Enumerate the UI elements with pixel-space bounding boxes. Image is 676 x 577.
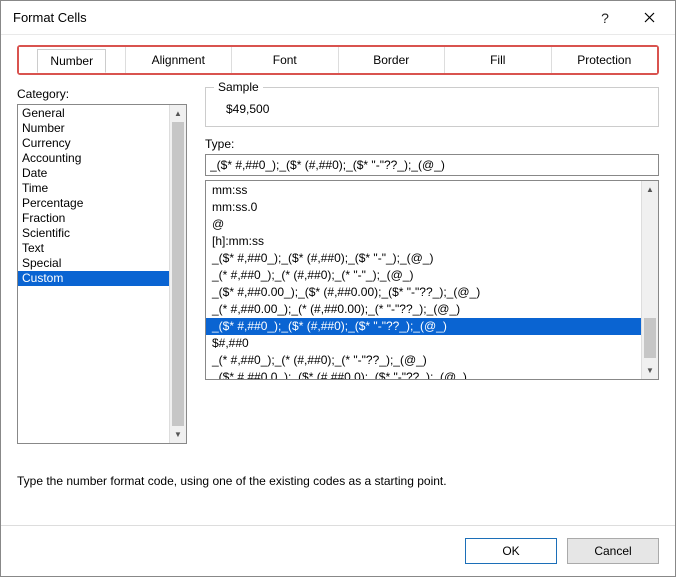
category-label: Category:: [17, 87, 187, 101]
tab-label: Border: [361, 49, 421, 71]
scroll-down-icon[interactable]: ▼: [642, 362, 658, 379]
window-title: Format Cells: [13, 10, 583, 25]
category-item[interactable]: Fraction: [18, 211, 186, 226]
cancel-button[interactable]: Cancel: [567, 538, 659, 564]
category-item[interactable]: Scientific: [18, 226, 186, 241]
tab-content-number: Category: GeneralNumberCurrencyAccountin…: [17, 87, 659, 517]
type-item[interactable]: _($* #,##0_);_($* (#,##0);_($* "-"??_);_…: [206, 318, 658, 335]
scroll-up-icon[interactable]: ▲: [170, 105, 186, 122]
category-item[interactable]: Time: [18, 181, 186, 196]
scroll-up-icon[interactable]: ▲: [642, 181, 658, 198]
close-button[interactable]: [627, 3, 671, 33]
category-item[interactable]: General: [18, 106, 186, 121]
hint-text: Type the number format code, using one o…: [17, 474, 659, 488]
type-item[interactable]: _(* #,##0_);_(* (#,##0);_(* "-"??_);_(@_…: [206, 352, 658, 369]
tab-number[interactable]: Number: [19, 47, 126, 73]
type-item[interactable]: _(* #,##0_);_(* (#,##0);_(* "-"_);_(@_): [206, 267, 658, 284]
category-item[interactable]: Text: [18, 241, 186, 256]
tab-label: Protection: [565, 49, 643, 71]
ok-button[interactable]: OK: [465, 538, 557, 564]
tab-label: Font: [261, 49, 309, 71]
format-cells-dialog: Format Cells ? Number Alignment Font Border…: [0, 0, 676, 577]
type-item[interactable]: [h]:mm:ss: [206, 233, 658, 250]
type-label: Type:: [205, 137, 659, 151]
type-scrollbar[interactable]: ▲ ▼: [641, 181, 658, 379]
type-item[interactable]: _(* #,##0.00_);_(* (#,##0.00);_(* "-"??_…: [206, 301, 658, 318]
category-item[interactable]: Number: [18, 121, 186, 136]
tab-font[interactable]: Font: [232, 47, 339, 73]
type-item[interactable]: mm:ss.0: [206, 199, 658, 216]
tab-label: Number: [37, 49, 106, 73]
category-item[interactable]: Custom: [18, 271, 186, 286]
tab-label: Fill: [478, 49, 517, 71]
tab-alignment[interactable]: Alignment: [126, 47, 233, 73]
tab-protection[interactable]: Protection: [552, 47, 658, 73]
sample-label: Sample: [214, 80, 263, 94]
category-listbox[interactable]: GeneralNumberCurrencyAccountingDateTimeP…: [17, 104, 187, 444]
type-input[interactable]: [205, 154, 659, 176]
category-item[interactable]: Currency: [18, 136, 186, 151]
tab-border[interactable]: Border: [339, 47, 446, 73]
type-item[interactable]: @: [206, 216, 658, 233]
category-item[interactable]: Percentage: [18, 196, 186, 211]
sample-group: Sample $49,500: [205, 87, 659, 127]
tab-label: Alignment: [140, 49, 217, 71]
type-item[interactable]: _($* #,##0.00_);_($* (#,##0.00);_($* "-"…: [206, 284, 658, 301]
close-icon: [644, 12, 655, 23]
category-item[interactable]: Special: [18, 256, 186, 271]
category-scrollbar[interactable]: ▲ ▼: [169, 105, 186, 443]
help-button[interactable]: ?: [583, 3, 627, 33]
type-listbox[interactable]: mm:ssmm:ss.0@[h]:mm:ss_($* #,##0_);_($* …: [205, 180, 659, 380]
type-item[interactable]: _($* #,##0.0_);_($* (#,##0.0);_($* "-"??…: [206, 369, 658, 380]
dialog-footer: OK Cancel: [1, 525, 675, 576]
titlebar: Format Cells ?: [1, 1, 675, 35]
scroll-down-icon[interactable]: ▼: [170, 426, 186, 443]
category-item[interactable]: Date: [18, 166, 186, 181]
tabs: Number Alignment Font Border Fill Protection: [17, 45, 659, 75]
type-item[interactable]: $#,##0: [206, 335, 658, 352]
dialog-body: NumberAlignmentFontBorderFillProtection …: [1, 35, 675, 525]
type-item[interactable]: mm:ss: [206, 182, 658, 199]
tab-fill[interactable]: Fill: [445, 47, 552, 73]
category-item[interactable]: Accounting: [18, 151, 186, 166]
type-item[interactable]: _($* #,##0_);_($* (#,##0);_($* "-"_);_(@…: [206, 250, 658, 267]
sample-value: $49,500: [218, 102, 646, 116]
